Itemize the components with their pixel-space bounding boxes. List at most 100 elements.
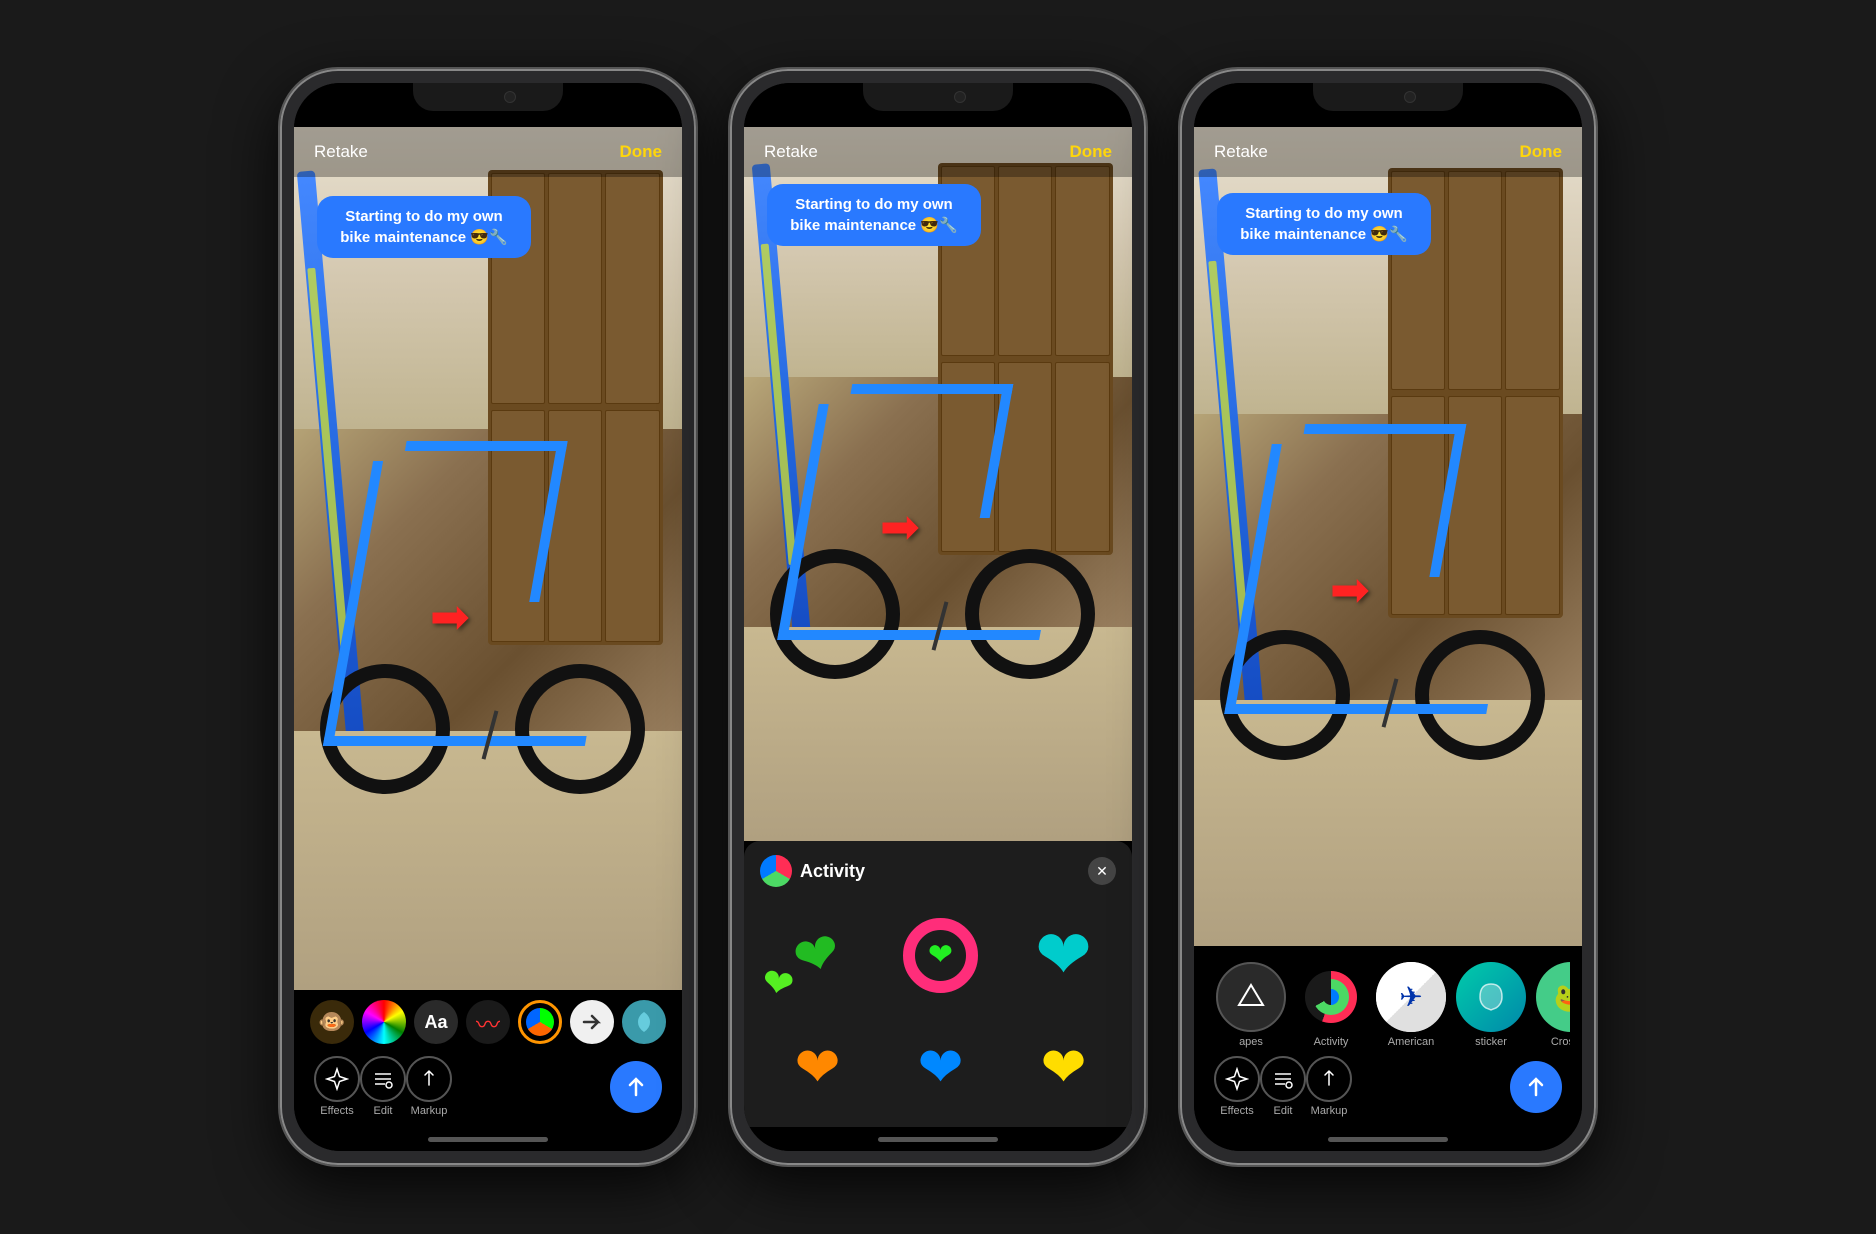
home-bar-1 [294,1127,682,1151]
retake-btn-1[interactable]: Retake [314,142,368,162]
heart-sticker-pink[interactable]: ❤ [883,905,998,1005]
top-bar-1: Retake Done [294,127,682,177]
heart-sticker-green[interactable]: ❤ ❤ [760,905,875,1005]
american-label: American [1388,1036,1434,1048]
photo-area-3: ➡ Starting to do my own bike maintenance… [1194,127,1582,946]
edit-label-3: Edit [1274,1105,1293,1117]
frame-2 [778,404,1081,640]
screen-2: ➡ Starting to do my own bike maintenance… [744,127,1132,841]
picker-title-row-2: Activity [760,855,865,887]
retake-btn-2[interactable]: Retake [764,142,818,162]
effects-btn-3[interactable]: Effects [1214,1056,1260,1117]
action-row-3: Effects Edit Markup [1206,1052,1570,1121]
effects-btn-1[interactable]: Effects [314,1056,360,1117]
crossy-circle-icon: 🐸 [1536,962,1570,1032]
top-bar-3: Retake Done [1194,127,1582,177]
sticker-item-shapes[interactable]: apes [1216,962,1286,1048]
notch-bar-3 [1194,83,1582,127]
caption-bubble-1: Starting to do my own bike maintenance 😎… [317,196,530,258]
effects-icon-3 [1214,1056,1260,1102]
notch-3 [1313,83,1463,111]
sticker-yellow[interactable]: ❤ [1006,1017,1121,1117]
heart-sticker-teal[interactable]: ❤ [1006,905,1121,1005]
edit-label-1: Edit [374,1105,393,1117]
frame-1 [323,461,635,746]
edit-btn-1[interactable]: Edit [360,1056,406,1117]
screen-3: ➡ Starting to do my own bike maintenance… [1194,127,1582,946]
activity-orb-btn[interactable] [518,1000,562,1044]
notch-bar-2 [744,83,1132,127]
done-btn-2[interactable]: Done [1070,142,1113,162]
american-icon [1376,962,1446,1032]
activity-rings-icon [1305,971,1357,1023]
action-row-1: Effects Edit Markup [306,1052,670,1121]
phone-2: ➡ Starting to do my own bike maintenance… [728,67,1148,1167]
picker-close-btn-2[interactable]: ✕ [1088,857,1116,885]
markup-btn-3[interactable]: Markup [1306,1056,1352,1117]
sticker-circle-icon [1456,962,1526,1032]
sticker-picker-2: Activity ✕ ❤ ❤ [744,841,1132,1127]
markup-label-3: Markup [1311,1105,1348,1117]
sticker-blue[interactable]: ❤ [883,1017,998,1117]
done-btn-1[interactable]: Done [620,142,663,162]
squiggle-btn[interactable]: 〰 [466,1000,510,1044]
send-btn-1[interactable] [610,1061,662,1113]
send-btn-3[interactable] [1510,1061,1562,1113]
done-btn-3[interactable]: Done [1520,142,1563,162]
color-orb-btn[interactable] [362,1000,406,1044]
bike-3 [1213,332,1562,782]
shapes-label: apes [1239,1036,1263,1048]
text-btn[interactable]: Aa [414,1000,458,1044]
home-bar-3 [1194,1127,1582,1151]
activity-label: Activity [1314,1036,1349,1048]
sticker-grid-2-row2: ❤ ❤ ❤ [744,1017,1132,1127]
camera-1 [504,91,516,103]
sticker-item-activity[interactable]: Activity [1296,962,1366,1048]
markup-btn-1[interactable]: Markup [406,1056,452,1117]
edit-icon-3 [1260,1056,1306,1102]
effects-icon-1 [314,1056,360,1102]
monkey-sticker-btn[interactable]: 🐵 [310,1000,354,1044]
sticker-item-sticker[interactable]: sticker [1456,962,1526,1048]
close-icon-2: ✕ [1096,863,1108,880]
notch-1 [413,83,563,111]
sticker-row-1: 🐵 Aa 〰 [306,1000,670,1044]
frame-3 [1224,444,1534,714]
red-arrow-1: ➡ [430,589,470,645]
crossy-label: Crossy I [1551,1036,1570,1048]
caption-bubble-2: Starting to do my own bike maintenance 😎… [767,184,980,246]
sticker-grid-2-row1: ❤ ❤ ❤ ❤ [744,897,1132,1017]
home-indicator-3 [1328,1137,1448,1142]
picker-title-2: Activity [800,861,865,882]
shapes-circle-icon [1216,962,1286,1032]
sticker-item-crossy[interactable]: 🐸 Crossy I [1536,962,1570,1048]
phone-3: ➡ Starting to do my own bike maintenance… [1178,67,1598,1167]
picker-header-2: Activity ✕ [744,841,1132,897]
sticker-orange[interactable]: ❤ [760,1017,875,1117]
screen-1: ➡ Starting to do my own bike maintenance… [294,127,682,990]
red-arrow-2: ➡ [880,499,920,555]
edit-btn-3[interactable]: Edit [1260,1056,1306,1117]
home-indicator-2 [878,1137,998,1142]
retake-btn-3[interactable]: Retake [1214,142,1268,162]
sticker-label: sticker [1475,1036,1507,1048]
sticker-item-american[interactable]: American [1376,962,1446,1048]
notch-bar-1 [294,83,682,127]
bike-2 [763,306,1112,699]
markup-label-1: Markup [411,1105,448,1117]
h-sticker-row-3: apes Activity American [1206,956,1570,1052]
home-bar-2 [744,1127,1132,1151]
notch-2 [863,83,1013,111]
phone-1: ➡ Starting to do my own bike maintenance… [278,67,698,1167]
effects-label-1: Effects [320,1105,353,1117]
bottom-toolbar-3: apes Activity American [1194,946,1582,1127]
blue-sticker-btn[interactable] [622,1000,666,1044]
markup-icon-1 [406,1056,452,1102]
camera-3 [1404,91,1416,103]
home-indicator-1 [428,1137,548,1142]
activity-circle-icon [1296,962,1366,1032]
arrow-sticker-btn[interactable] [570,1000,614,1044]
red-arrow-3: ➡ [1330,562,1370,618]
american-circle-icon [1376,962,1446,1032]
photo-area-1: ➡ Starting to do my own bike maintenance… [294,127,682,990]
